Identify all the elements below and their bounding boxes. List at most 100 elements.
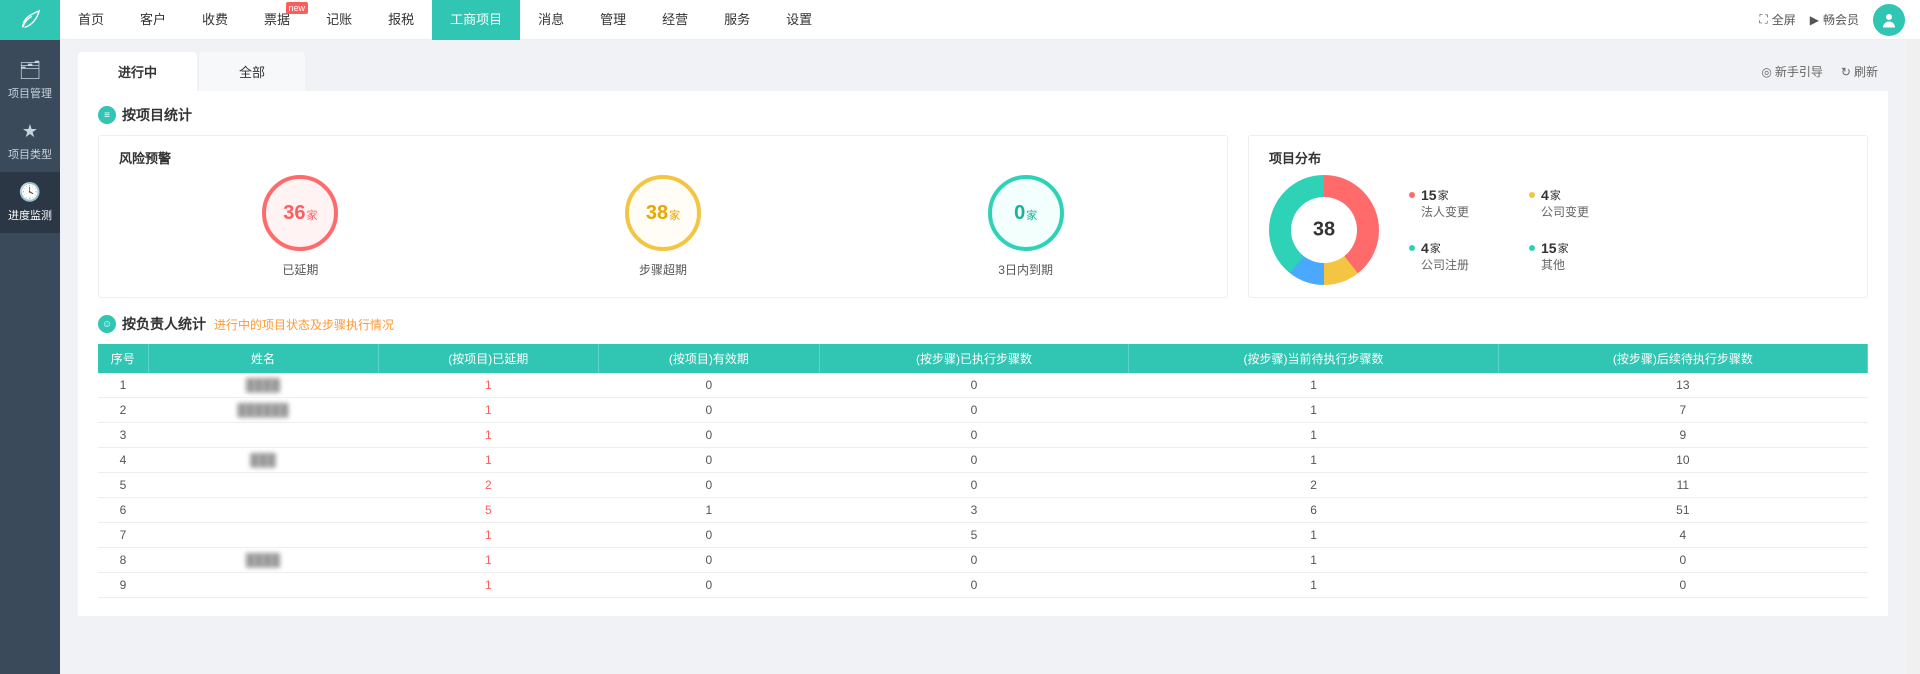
cell-idx: 7 bbox=[98, 523, 148, 548]
member-button[interactable]: ▶ 畅会员 bbox=[1810, 11, 1859, 28]
risk-card-2[interactable]: 0家3日内到期 bbox=[988, 175, 1064, 278]
table-row[interactable]: 8████10010 bbox=[98, 548, 1868, 573]
stats-row: 风险预警 36家已延期38家步骤超期0家3日内到期 项目分布 38 15家法人变… bbox=[98, 135, 1868, 298]
nav-items: 首页客户收费票据new记账报税工商项目消息管理经营服务设置 bbox=[60, 0, 1759, 40]
risk-warning-box: 风险预警 36家已延期 38家步骤超期 0家3日内到期 bbox=[98, 135, 1228, 298]
app-logo[interactable] bbox=[0, 0, 60, 40]
nav-item-3[interactable]: 票据new bbox=[246, 0, 308, 40]
nav-item-4[interactable]: 记账 bbox=[308, 0, 370, 40]
sidebar: 🗂项目管理★项目类型 🕓 进度监测 bbox=[0, 40, 60, 674]
risk-unit-2: 家 bbox=[1026, 207, 1037, 223]
section-owner-stats-title: ☺ 按负责人统计 进行中的项目状态及步骤执行情况 bbox=[98, 314, 1868, 334]
table-header-6[interactable]: (按步骤)后续待执行步骤数 bbox=[1498, 344, 1867, 373]
legend-item-1[interactable]: 4家公司变更 bbox=[1529, 187, 1589, 220]
cell-done: 0 bbox=[819, 573, 1129, 598]
cell-done: 0 bbox=[819, 448, 1129, 473]
nav-item-9[interactable]: 经营 bbox=[644, 0, 706, 40]
new-badge: new bbox=[286, 2, 309, 14]
cell-later: 0 bbox=[1498, 573, 1867, 598]
cell-later: 51 bbox=[1498, 498, 1867, 523]
cell-overdue: 1 bbox=[378, 448, 599, 473]
cell-overdue: 1 bbox=[378, 423, 599, 448]
table-row[interactable]: 5200211 bbox=[98, 473, 1868, 498]
nav-item-5[interactable]: 报税 bbox=[370, 0, 432, 40]
sidebar-icon-2: 🕓 bbox=[0, 182, 60, 203]
nav-item-1[interactable]: 客户 bbox=[122, 0, 184, 40]
table-header-0[interactable]: 序号 bbox=[98, 344, 148, 373]
sidebar-label-2: 进度监测 bbox=[8, 210, 52, 222]
cell-current: 1 bbox=[1129, 523, 1498, 548]
fullscreen-button[interactable]: ⛶ 全屏 bbox=[1759, 11, 1795, 28]
cell-valid: 1 bbox=[599, 498, 820, 523]
refresh-button[interactable]: ↻刷新 bbox=[1841, 63, 1878, 80]
nav-item-2[interactable]: 收费 bbox=[184, 0, 246, 40]
table-row[interactable]: 6513651 bbox=[98, 498, 1868, 523]
cell-valid: 0 bbox=[599, 423, 820, 448]
distribution-body: 38 15家法人变更4家公司变更4家公司注册15家其他 bbox=[1269, 175, 1847, 285]
section-project-stats-title: ≡ 按项目统计 bbox=[98, 105, 1868, 125]
guide-button[interactable]: ◎新手引导 bbox=[1761, 63, 1823, 80]
cell-later: 11 bbox=[1498, 473, 1867, 498]
cell-later: 13 bbox=[1498, 373, 1867, 398]
legend-item-2[interactable]: 4家公司注册 bbox=[1409, 240, 1469, 273]
legend-item-0[interactable]: 15家法人变更 bbox=[1409, 187, 1469, 220]
cell-current: 6 bbox=[1129, 498, 1498, 523]
table-header-3[interactable]: (按项目)有效期 bbox=[599, 344, 820, 373]
donut-total: 38 bbox=[1313, 219, 1335, 242]
table-row[interactable]: 4███100110 bbox=[98, 448, 1868, 473]
risk-value-1: 38 bbox=[646, 202, 668, 225]
cell-current: 1 bbox=[1129, 373, 1498, 398]
risk-ring-1: 38家 bbox=[625, 175, 701, 251]
legend-label-0: 法人变更 bbox=[1421, 203, 1469, 220]
sidebar-item-2[interactable]: 🕓 进度监测 bbox=[0, 172, 60, 233]
distribution-title: 项目分布 bbox=[1269, 148, 1847, 167]
stats-icon: ≡ bbox=[98, 106, 116, 124]
table-header-4[interactable]: (按步骤)已执行步骤数 bbox=[819, 344, 1129, 373]
fullscreen-label: 全屏 bbox=[1772, 11, 1796, 28]
table-row[interactable]: 1████100113 bbox=[98, 373, 1868, 398]
legend-value-3: 15家 bbox=[1529, 240, 1589, 256]
legend-value-2: 4家 bbox=[1409, 240, 1469, 256]
table-row[interactable]: 710514 bbox=[98, 523, 1868, 548]
table-header-row: 序号姓名(按项目)已延期(按项目)有效期(按步骤)已执行步骤数(按步骤)当前待执… bbox=[98, 344, 1868, 373]
section-owner-stats-label: 按负责人统计 bbox=[122, 314, 206, 334]
nav-item-7[interactable]: 消息 bbox=[520, 0, 582, 40]
sidebar-item-1[interactable]: ★项目类型 bbox=[0, 111, 60, 172]
cell-valid: 0 bbox=[599, 398, 820, 423]
cell-idx: 6 bbox=[98, 498, 148, 523]
cell-name bbox=[148, 523, 378, 548]
cell-done: 0 bbox=[819, 373, 1129, 398]
nav-item-6[interactable]: 工商项目 bbox=[432, 0, 520, 40]
table-header-1[interactable]: 姓名 bbox=[148, 344, 378, 373]
nav-item-8[interactable]: 管理 bbox=[582, 0, 644, 40]
tab-0[interactable]: 进行中 bbox=[78, 52, 197, 91]
tab-1[interactable]: 全部 bbox=[199, 52, 305, 91]
cell-later: 4 bbox=[1498, 523, 1867, 548]
avatar[interactable] bbox=[1873, 4, 1905, 36]
table-header-2[interactable]: (按项目)已延期 bbox=[378, 344, 599, 373]
cell-later: 0 bbox=[1498, 548, 1867, 573]
play-icon: ▶ bbox=[1810, 13, 1819, 27]
table-header-5[interactable]: (按步骤)当前待执行步骤数 bbox=[1129, 344, 1498, 373]
risk-card-0[interactable]: 36家已延期 bbox=[262, 175, 338, 278]
table-row[interactable]: 310019 bbox=[98, 423, 1868, 448]
tabs-actions: ◎新手引导 ↻刷新 bbox=[1761, 63, 1888, 80]
cell-overdue: 2 bbox=[378, 473, 599, 498]
risk-title: 风险预警 bbox=[119, 148, 1207, 167]
risk-card-1[interactable]: 38家步骤超期 bbox=[625, 175, 701, 278]
scrollbar-vertical[interactable] bbox=[1906, 40, 1920, 674]
cell-later: 7 bbox=[1498, 398, 1867, 423]
nav-item-11[interactable]: 设置 bbox=[768, 0, 830, 40]
section-project-stats-label: 按项目统计 bbox=[122, 105, 192, 125]
cell-idx: 2 bbox=[98, 398, 148, 423]
cell-valid: 0 bbox=[599, 473, 820, 498]
nav-item-0[interactable]: 首页 bbox=[60, 0, 122, 40]
cell-name: ████ bbox=[148, 373, 378, 398]
table-row[interactable]: 2██████10017 bbox=[98, 398, 1868, 423]
legend-item-3[interactable]: 15家其他 bbox=[1529, 240, 1589, 273]
nav-item-10[interactable]: 服务 bbox=[706, 0, 768, 40]
sidebar-label-0: 项目管理 bbox=[8, 88, 52, 100]
sidebar-item-0[interactable]: 🗂项目管理 bbox=[0, 50, 60, 111]
cell-name bbox=[148, 473, 378, 498]
table-row[interactable]: 910010 bbox=[98, 573, 1868, 598]
